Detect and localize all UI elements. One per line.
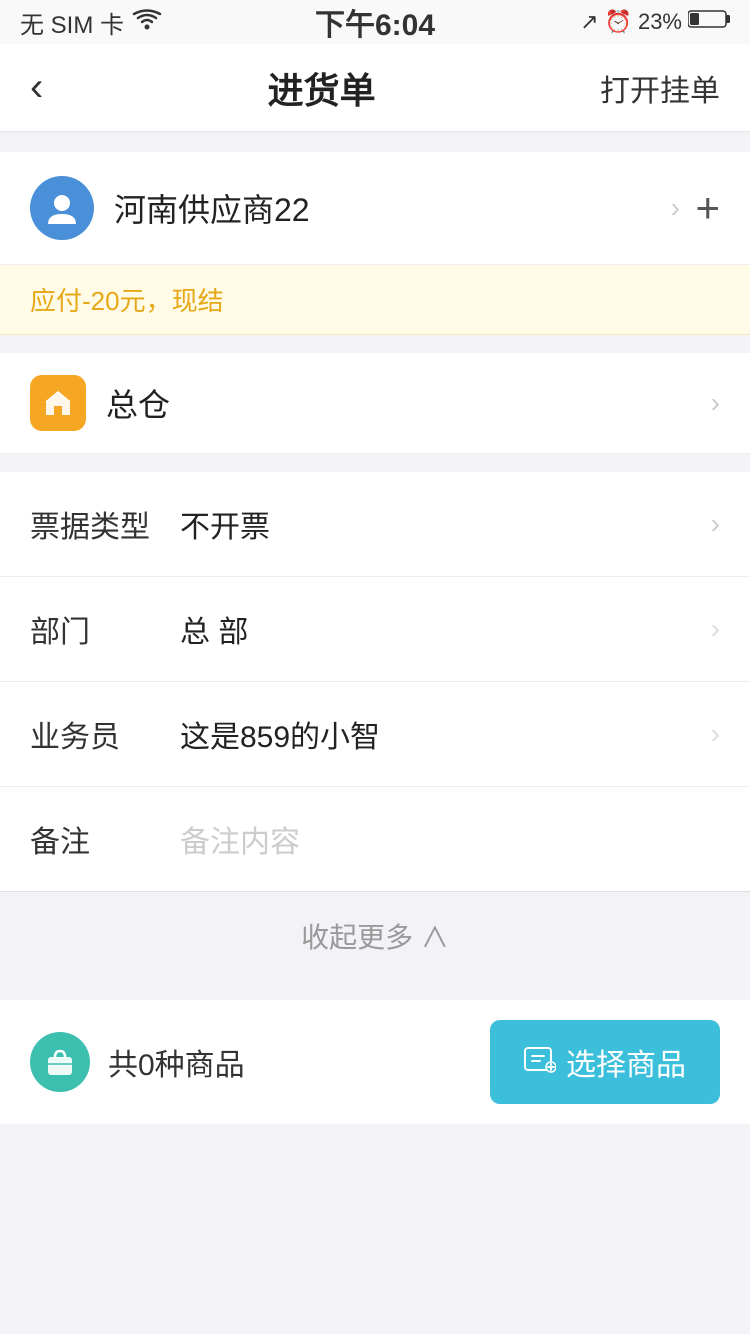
collapse-button[interactable]: 收起更多 ∧ bbox=[0, 891, 750, 980]
warehouse-icon bbox=[30, 375, 86, 431]
warehouse-chevron-icon: › bbox=[711, 387, 720, 419]
salesman-chevron-icon: › bbox=[711, 718, 720, 750]
supplier-row[interactable]: 河南供应商22 › + bbox=[0, 152, 750, 265]
open-pending-button[interactable]: 打开挂单 bbox=[600, 66, 720, 110]
supplier-chevron-icon: › bbox=[671, 192, 680, 224]
product-info: 共0种商品 bbox=[30, 1032, 245, 1092]
supplier-avatar bbox=[30, 176, 94, 240]
back-button[interactable]: ‹ bbox=[30, 65, 43, 110]
status-time: 下午6:04 bbox=[315, 0, 435, 44]
remark-input[interactable]: 备注内容 bbox=[150, 817, 720, 861]
invoice-row[interactable]: 票据类型 不开票 › bbox=[0, 472, 750, 577]
status-right: ↗ ⏰ 23% bbox=[580, 8, 730, 36]
salesman-value: 这是859的小智 bbox=[150, 712, 711, 756]
salesman-label: 业务员 bbox=[30, 712, 150, 756]
warehouse-name: 总仓 bbox=[106, 380, 711, 426]
select-product-icon bbox=[524, 1045, 556, 1080]
department-value: 总 部 bbox=[150, 607, 711, 651]
battery-icon bbox=[688, 8, 730, 36]
battery-text: 23% bbox=[638, 9, 682, 35]
status-bar: 无 SIM 卡 下午6:04 ↗ ⏰ 23% bbox=[0, 0, 750, 44]
form-section: 票据类型 不开票 › 部门 总 部 › 业务员 这是859的小智 › 备注 备注… bbox=[0, 472, 750, 891]
remark-label: 备注 bbox=[30, 817, 150, 861]
department-label: 部门 bbox=[30, 607, 150, 651]
salesman-row[interactable]: 业务员 这是859的小智 › bbox=[0, 682, 750, 787]
product-bag-icon bbox=[30, 1032, 90, 1092]
section-sep-1 bbox=[0, 335, 750, 353]
supplier-notice: 应付-20元，现结 bbox=[0, 265, 750, 335]
department-chevron-icon: › bbox=[711, 613, 720, 645]
status-left: 无 SIM 卡 bbox=[20, 5, 162, 40]
select-product-label: 选择商品 bbox=[566, 1040, 686, 1084]
top-gap bbox=[0, 132, 750, 152]
invoice-value: 不开票 bbox=[150, 502, 711, 546]
section-sep-2 bbox=[0, 454, 750, 472]
warehouse-row[interactable]: 总仓 › bbox=[0, 353, 750, 454]
nav-bar: ‹ 进货单 打开挂单 bbox=[0, 44, 750, 132]
supplier-section: 河南供应商22 › + 应付-20元，现结 bbox=[0, 152, 750, 335]
remark-row[interactable]: 备注 备注内容 bbox=[0, 787, 750, 891]
invoice-chevron-icon: › bbox=[711, 508, 720, 540]
supplier-name: 河南供应商22 bbox=[114, 185, 671, 231]
product-count: 共0种商品 bbox=[108, 1040, 245, 1084]
alarm-icon: ⏰ bbox=[605, 9, 632, 35]
wifi-icon bbox=[132, 8, 162, 37]
select-product-button[interactable]: 选择商品 bbox=[490, 1020, 720, 1104]
page-title: 进货单 bbox=[268, 62, 376, 114]
department-row[interactable]: 部门 总 部 › bbox=[0, 577, 750, 682]
location-icon: ↗ bbox=[580, 9, 598, 35]
bottom-section: 共0种商品 选择商品 bbox=[0, 1000, 750, 1124]
invoice-label: 票据类型 bbox=[30, 502, 150, 546]
add-supplier-button[interactable]: + bbox=[695, 184, 720, 232]
carrier-text: 无 SIM 卡 bbox=[20, 5, 124, 40]
